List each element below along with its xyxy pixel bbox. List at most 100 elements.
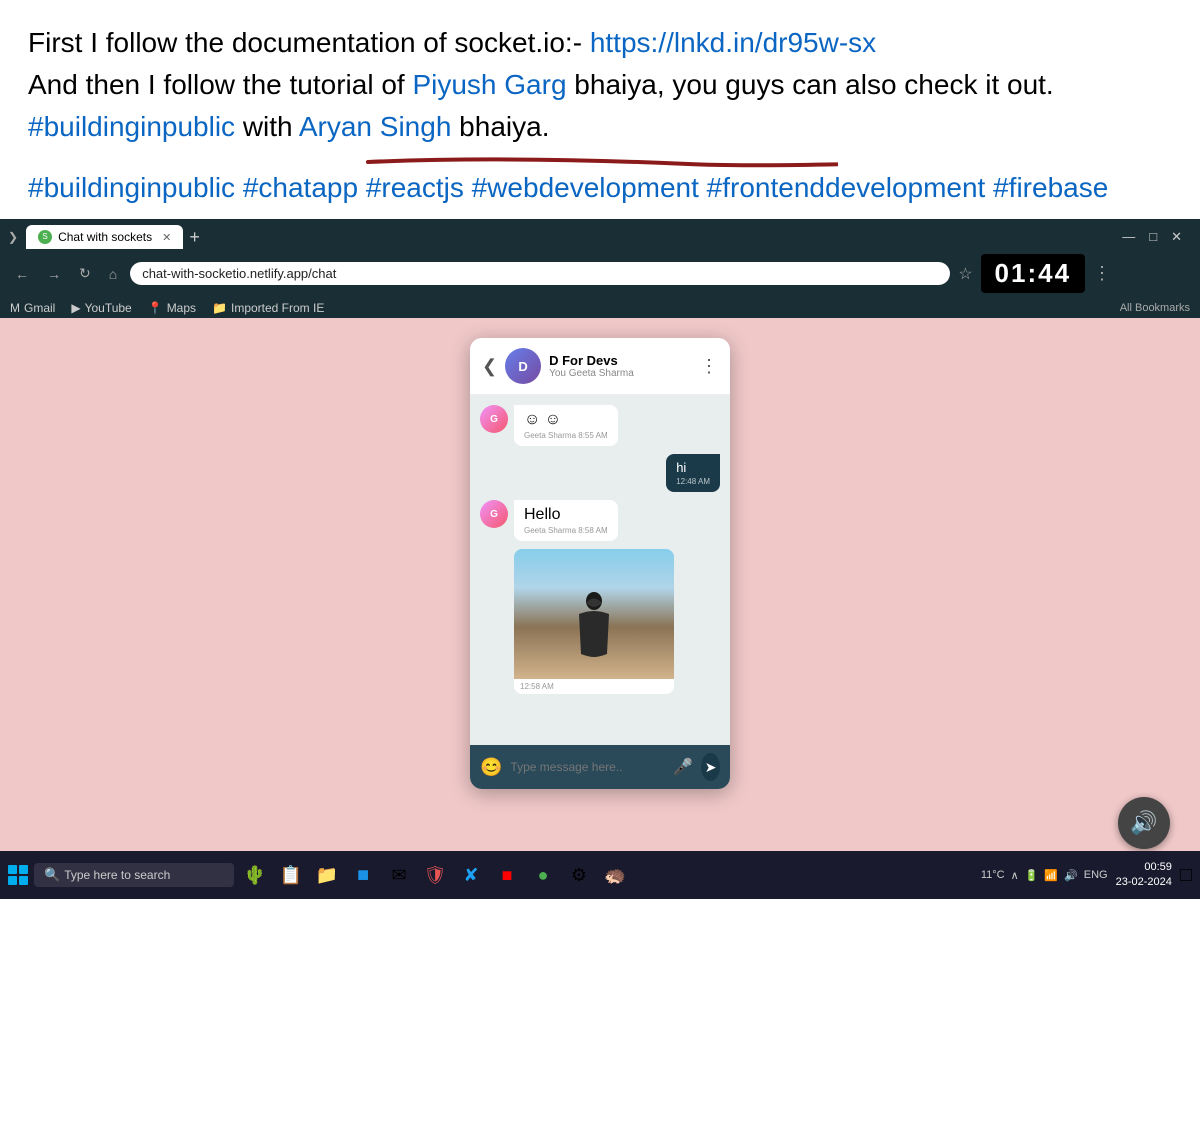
taskbar-icon-circle[interactable]: ● — [528, 860, 558, 890]
taskbar-icon-file[interactable]: 📋 — [276, 860, 306, 890]
msg-text-received-2: Hello — [524, 506, 608, 524]
window-controls: — □ ✕ — [1122, 229, 1192, 245]
bookmark-imported-label: Imported From IE — [231, 301, 324, 315]
taskbar-icon-battery: 🔋 — [1025, 869, 1039, 882]
msg-avatar-1: G — [480, 405, 508, 433]
taskbar-icon-mail[interactable]: ✉ — [384, 860, 414, 890]
message-image: 12:58 AM — [514, 549, 674, 694]
browser-bookmarks-bar: M Gmail ▶ YouTube 📍 Maps 📁 Imported From… — [0, 298, 1200, 318]
red-underline — [188, 154, 788, 159]
all-bookmarks-label: All Bookmarks — [1120, 302, 1190, 314]
bookmark-maps[interactable]: 📍 Maps — [148, 301, 196, 315]
message-sent-1: hi 12:48 AM — [480, 454, 720, 492]
post-line1-prefix: First I follow the documentation of sock… — [28, 27, 590, 58]
msg-meta-sent-1: 12:48 AM — [676, 477, 710, 486]
win-logo-block-br — [19, 876, 28, 885]
chat-app: ❮ D D For Devs You Geeta Sharma ⋮ G ☺ ☺ … — [470, 338, 730, 789]
taskbar-date-value: 23-02-2024 — [1116, 875, 1172, 890]
minimize-button[interactable]: — — [1122, 229, 1135, 245]
chat-avatar: D — [505, 348, 541, 384]
taskbar-icon-misc[interactable]: 🦔 — [600, 860, 630, 890]
taskbar-icon-plant[interactable]: 🌵 — [240, 860, 270, 890]
chat-mic-button[interactable]: 🎤 — [673, 757, 693, 777]
tab-favicon: S — [38, 230, 52, 244]
taskbar-caret-up[interactable]: ∧ — [1011, 869, 1019, 882]
tab-label: Chat with sockets — [58, 230, 152, 244]
chat-text-input[interactable] — [510, 760, 665, 774]
taskbar-search[interactable]: 🔍 Type here to search — [34, 863, 234, 887]
message-received-1: G ☺ ☺ Geeta Sharma 8:55 AM — [480, 405, 720, 446]
bookmark-maps-label: Maps — [167, 301, 196, 315]
msg-meta-received-2: Geeta Sharma 8:58 AM — [524, 526, 608, 535]
msg-text-sent-1: hi — [676, 460, 710, 475]
message-received-2: G Hello Geeta Sharma 8:58 AM — [480, 500, 720, 541]
aryan-singh-name: Aryan Singh — [299, 111, 452, 142]
address-input[interactable] — [130, 262, 950, 285]
youtube-icon: ▶ — [71, 301, 80, 315]
bookmark-star-icon[interactable]: ☆ — [958, 264, 972, 284]
win-logo-block-bl — [8, 876, 17, 885]
browser-time-display: 01:44 — [981, 254, 1086, 293]
taskbar-icon-gear[interactable]: ⚙ — [564, 860, 594, 890]
taskbar-lang: ENG — [1084, 869, 1108, 881]
chat-send-button[interactable]: ➤ — [701, 753, 720, 781]
taskbar: 🔍 Type here to search 🌵 📋 📁 ■ ✉ 🛡 ✘ ■ ● … — [0, 851, 1200, 899]
refresh-button[interactable]: ↻ — [74, 263, 96, 284]
tab-close-button[interactable]: ✕ — [162, 231, 171, 244]
msg-bubble-sent-1: hi 12:48 AM — [666, 454, 720, 492]
chat-back-button[interactable]: ❮ — [482, 356, 497, 377]
home-button[interactable]: ⌂ — [104, 264, 122, 284]
taskbar-icon-shield[interactable]: 🛡 — [420, 860, 450, 890]
close-button[interactable]: ✕ — [1171, 229, 1182, 245]
post-text: First I follow the documentation of sock… — [28, 22, 1172, 148]
chat-emoji-button[interactable]: 😊 — [480, 757, 502, 778]
bookmark-youtube-label: YouTube — [85, 301, 132, 315]
forward-button[interactable]: → — [42, 264, 66, 284]
bookmark-gmail[interactable]: M Gmail — [10, 301, 55, 315]
taskbar-icon-folder[interactable]: 📁 — [312, 860, 342, 890]
chat-header: ❮ D D For Devs You Geeta Sharma ⋮ — [470, 338, 730, 395]
volume-button[interactable]: 🔊 — [1118, 797, 1170, 849]
back-button[interactable]: ← — [10, 264, 34, 284]
taskbar-icon-x[interactable]: ✘ — [456, 860, 486, 890]
tab-chevron-left[interactable]: ❯ — [8, 230, 18, 244]
taskbar-icon-blue[interactable]: ■ — [348, 860, 378, 890]
browser-tab-active[interactable]: S Chat with sockets ✕ — [26, 225, 183, 249]
hashtag-line: #buildinginpublic #chatapp #reactjs #web… — [28, 167, 1172, 209]
win-logo-block-tl — [8, 865, 17, 874]
post-line3-mid: with — [235, 111, 299, 142]
chat-header-info: D For Devs You Geeta Sharma — [549, 353, 692, 379]
chat-menu-icon[interactable]: ⋮ — [700, 356, 718, 377]
taskbar-time: 00:59 23-02-2024 — [1116, 860, 1172, 891]
chat-input-bar: 😊 🎤 ➤ — [470, 745, 730, 789]
post-line2-suffix: bhaiya, you guys can also check it out. — [567, 69, 1054, 100]
socket-link[interactable]: https://lnkd.in/dr95w-sx — [590, 27, 876, 58]
msg-meta-1: Geeta Sharma 8:55 AM — [524, 431, 608, 440]
msg-bubble-received-1: ☺ ☺ Geeta Sharma 8:55 AM — [514, 405, 618, 446]
taskbar-icon-square-red[interactable]: ■ — [492, 860, 522, 890]
msg-avatar-2: G — [480, 500, 508, 528]
taskbar-sys-info: 11°C ∧ 🔋 📶 🔊 ENG — [981, 869, 1108, 882]
taskbar-search-icon: 🔍 — [44, 867, 60, 883]
taskbar-time-value: 00:59 — [1116, 860, 1172, 875]
windows-logo[interactable] — [8, 865, 28, 885]
folder-icon: 📁 — [212, 301, 227, 315]
bookmark-imported[interactable]: 📁 Imported From IE — [212, 301, 324, 315]
taskbar-right: 11°C ∧ 🔋 📶 🔊 ENG 00:59 23-02-2024 □ — [981, 860, 1192, 891]
new-tab-button[interactable]: + — [189, 227, 200, 248]
maximize-button[interactable]: □ — [1149, 229, 1157, 245]
buildinginpublic-hash1[interactable]: #buildinginpublic — [28, 111, 235, 142]
chat-header-name: D For Devs — [549, 353, 692, 368]
chat-header-sub: You Geeta Sharma — [549, 368, 692, 379]
chat-messages: G ☺ ☺ Geeta Sharma 8:55 AM hi 12:48 AM G — [470, 395, 730, 745]
taskbar-search-text: Type here to search — [64, 868, 170, 882]
msg-emoji-1: ☺ ☺ — [524, 411, 608, 429]
win-logo-block-tr — [19, 865, 28, 874]
browser-menu-icon[interactable]: ⋮ — [1093, 263, 1111, 284]
taskbar-notification-icon[interactable]: □ — [1180, 864, 1192, 887]
taskbar-icon-wifi: 📶 — [1044, 869, 1058, 882]
msg-bubble-received-2: Hello Geeta Sharma 8:58 AM — [514, 500, 618, 541]
bookmark-youtube[interactable]: ▶ YouTube — [71, 301, 131, 315]
browser-chrome: ❯ S Chat with sockets ✕ + — □ ✕ ← → ↻ ⌂ … — [0, 219, 1200, 318]
taskbar-icon-sound: 🔊 — [1064, 869, 1078, 882]
